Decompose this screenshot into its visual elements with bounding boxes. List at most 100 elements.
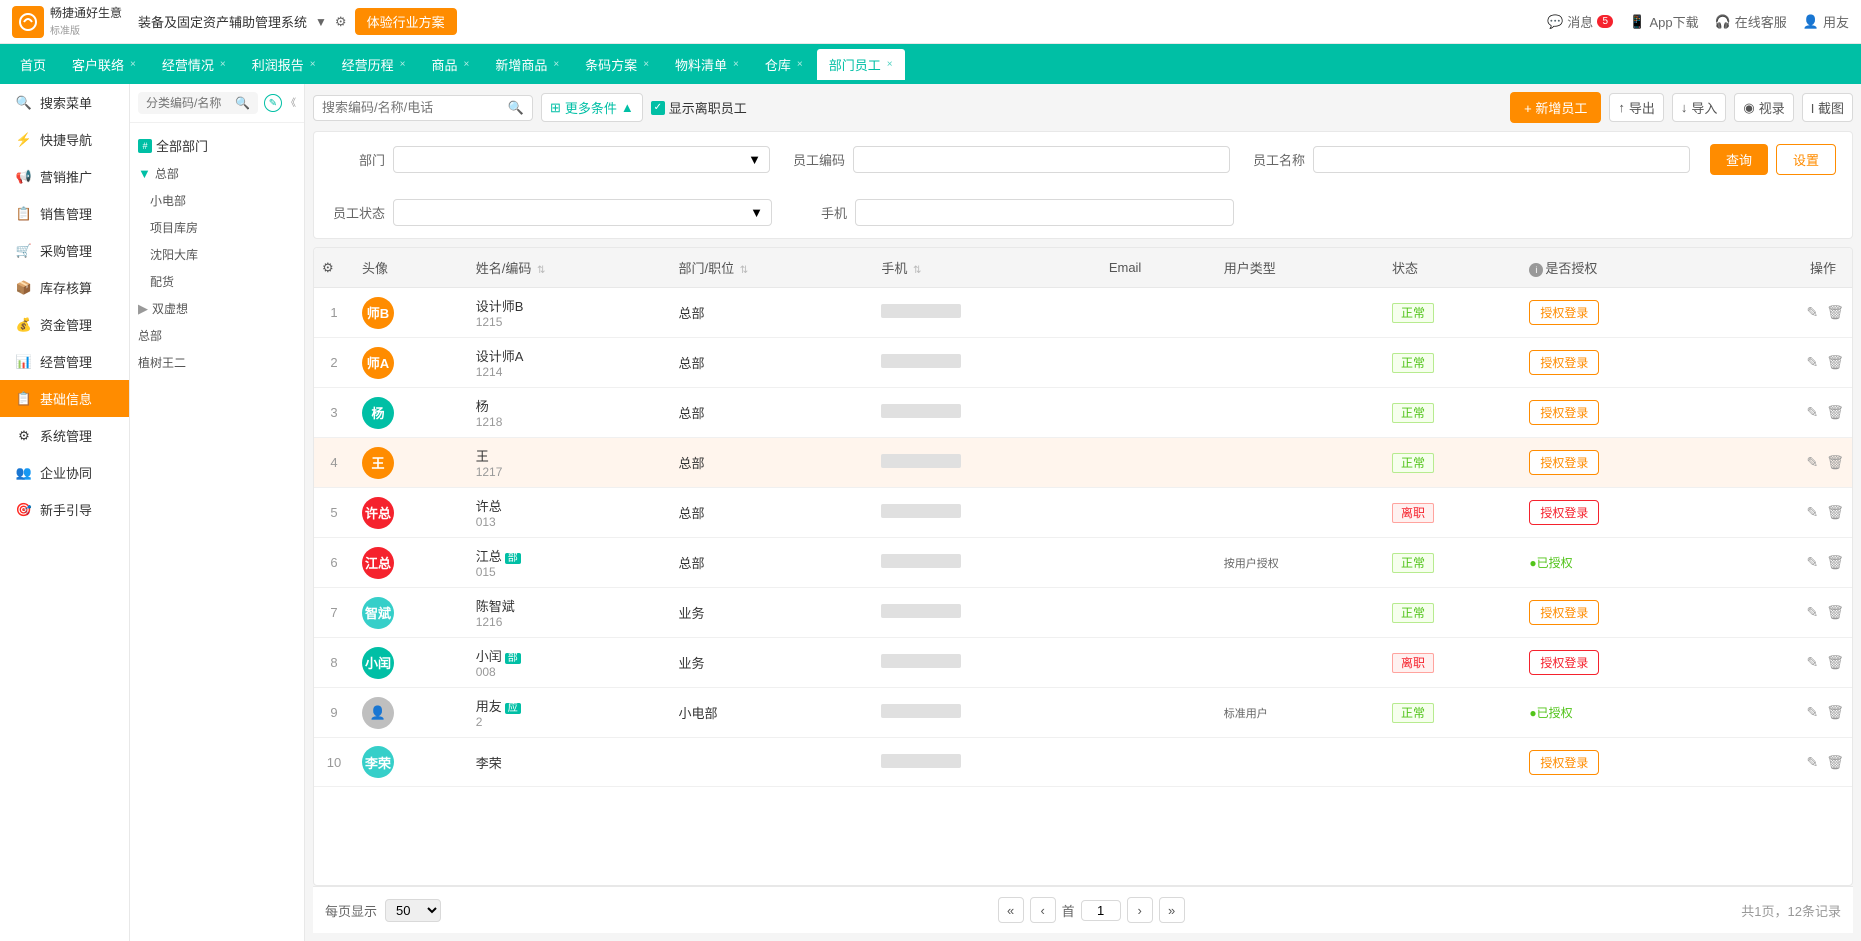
edit-icon[interactable]: ✎: [1806, 404, 1818, 421]
sidebar-item-quicknav[interactable]: ⚡ 快捷导航: [0, 121, 129, 158]
edit-icon[interactable]: ✎: [1806, 554, 1818, 571]
tab-close-icon[interactable]: ×: [463, 59, 469, 70]
edit-icon[interactable]: ✎: [1806, 454, 1818, 471]
edit-icon[interactable]: ✎: [1806, 704, 1818, 721]
tab-close-icon[interactable]: ×: [797, 59, 803, 70]
all-dept-item[interactable]: # 全部部门: [130, 131, 304, 160]
sidebar-item-inventory[interactable]: 📦 库存核算: [0, 269, 129, 306]
auth-btn[interactable]: 授权登录: [1529, 650, 1599, 675]
sort-phone-icon[interactable]: ⇅: [913, 265, 921, 276]
auth-btn[interactable]: 授权登录: [1529, 750, 1599, 775]
trial-btn[interactable]: 体验行业方案: [355, 8, 457, 35]
sidebar-item-system[interactable]: ⚙ 系统管理: [0, 417, 129, 454]
filter-phone-input[interactable]: [855, 199, 1234, 226]
message-btn[interactable]: 💬 消息 5: [1547, 12, 1613, 31]
delete-icon[interactable]: 🗑: [1826, 304, 1844, 321]
sidebar-item-sales[interactable]: 📋 销售管理: [0, 195, 129, 232]
edit-icon[interactable]: ✎: [1806, 754, 1818, 771]
sidebar-item-operation[interactable]: 📊 经营管理: [0, 343, 129, 380]
app-download-btn[interactable]: 📱 App下载: [1629, 12, 1698, 31]
dept-search-input[interactable]: [146, 96, 235, 110]
nav-tab-首页[interactable]: 首页: [8, 49, 58, 80]
filter-dept-select[interactable]: ▼: [393, 146, 770, 173]
edit-icon[interactable]: ✎: [1806, 604, 1818, 621]
page-input[interactable]: [1081, 900, 1121, 921]
delete-icon[interactable]: 🗑: [1826, 554, 1844, 571]
tab-close-icon[interactable]: ×: [887, 59, 893, 70]
sidebar-item-basic[interactable]: 📋 基础信息: [0, 380, 129, 417]
gear-btn[interactable]: ⚙: [335, 14, 347, 30]
delete-icon[interactable]: 🗑: [1826, 504, 1844, 521]
tab-close-icon[interactable]: ×: [553, 59, 559, 70]
show-resigned-toggle[interactable]: ✓ 显示离职员工: [651, 98, 747, 117]
sidebar-item-marketing[interactable]: 📢 营销推广: [0, 158, 129, 195]
sidebar-item-search[interactable]: 🔍 搜索菜单: [0, 84, 129, 121]
sidebar-item-purchase[interactable]: 🛒 采购管理: [0, 232, 129, 269]
tab-close-icon[interactable]: ×: [220, 59, 226, 70]
search-input[interactable]: [322, 100, 508, 115]
next-page-btn[interactable]: ›: [1127, 897, 1153, 923]
online-service-btn[interactable]: 🎧 在线客服: [1715, 12, 1787, 31]
settings-icon[interactable]: ⚙: [322, 260, 334, 275]
nav-tab-经营历程[interactable]: 经营历程 ×: [330, 49, 418, 80]
delete-icon[interactable]: 🗑: [1826, 604, 1844, 621]
dept-node-shuangxuxiang[interactable]: ▶ 双虚想: [130, 295, 304, 322]
tab-close-icon[interactable]: ×: [733, 59, 739, 70]
sidebar-item-guide[interactable]: 🎯 新手引导: [0, 491, 129, 528]
add-employee-btn[interactable]: + 新增员工: [1510, 92, 1601, 123]
setup-btn[interactable]: 设置: [1776, 144, 1836, 175]
auth-btn[interactable]: 授权登录: [1529, 500, 1599, 525]
dept-node-zhishuwanger[interactable]: 植树王二: [130, 349, 304, 376]
dept-node-peihuo[interactable]: 配货: [130, 268, 304, 295]
prev-page-btn[interactable]: ‹: [1030, 897, 1056, 923]
sort-name-icon[interactable]: ⇅: [537, 265, 545, 276]
edit-icon[interactable]: ✎: [1806, 504, 1818, 521]
filter-empname-input[interactable]: [1313, 146, 1690, 173]
last-page-btn[interactable]: »: [1159, 897, 1185, 923]
dept-node-zongbu2[interactable]: 总部: [130, 322, 304, 349]
sidebar-item-collab[interactable]: 👥 企业协同: [0, 454, 129, 491]
dept-node-shenyangdaku[interactable]: 沈阳大库: [130, 241, 304, 268]
import-btn[interactable]: ↓ 导入: [1672, 93, 1727, 122]
sidebar-item-finance[interactable]: 💰 资金管理: [0, 306, 129, 343]
nav-tab-物料清单[interactable]: 物料清单 ×: [663, 49, 751, 80]
view-btn[interactable]: ◉ 视录: [1734, 93, 1793, 122]
delete-icon[interactable]: 🗑: [1826, 404, 1844, 421]
dept-node-xiaodianzongbu[interactable]: 小电部: [130, 187, 304, 214]
dept-search-box[interactable]: 🔍: [138, 92, 258, 114]
tab-close-icon[interactable]: ×: [130, 59, 136, 70]
search-box[interactable]: 🔍: [313, 95, 533, 121]
tab-close-icon[interactable]: ×: [400, 59, 406, 70]
delete-icon[interactable]: 🗑: [1826, 654, 1844, 671]
edit-icon[interactable]: ✎: [1806, 304, 1818, 321]
delete-icon[interactable]: 🗑: [1826, 354, 1844, 371]
dept-collapse-btn[interactable]: 《: [286, 94, 296, 112]
delete-icon[interactable]: 🗑: [1826, 754, 1844, 771]
edit-icon[interactable]: ✎: [1806, 654, 1818, 671]
auth-btn[interactable]: 授权登录: [1529, 300, 1599, 325]
sort-dept-icon[interactable]: ⇅: [740, 265, 748, 276]
nav-tab-部门员工[interactable]: 部门员工 ×: [817, 49, 905, 80]
auth-btn[interactable]: 授权登录: [1529, 450, 1599, 475]
nav-tab-条码方案[interactable]: 条码方案 ×: [573, 49, 661, 80]
nav-tab-经营情况[interactable]: 经营情况 ×: [150, 49, 238, 80]
filter-empcode-input[interactable]: [853, 146, 1230, 173]
auth-btn[interactable]: 授权登录: [1529, 350, 1599, 375]
delete-icon[interactable]: 🗑: [1826, 454, 1844, 471]
first-page-btn[interactable]: «: [998, 897, 1024, 923]
screenshot-btn[interactable]: I 截图: [1802, 93, 1853, 122]
nav-tab-仓库[interactable]: 仓库 ×: [753, 49, 815, 80]
more-filter-btn[interactable]: ⊞ 更多条件 ▲: [541, 93, 643, 122]
query-btn[interactable]: 查询: [1710, 144, 1768, 175]
user-menu[interactable]: 👤 用友: [1803, 12, 1849, 31]
nav-tab-客户联络[interactable]: 客户联络 ×: [60, 49, 148, 80]
edit-icon[interactable]: ✎: [1806, 354, 1818, 371]
auth-btn[interactable]: 授权登录: [1529, 400, 1599, 425]
page-size-select[interactable]: 50 100: [385, 899, 441, 922]
tab-close-icon[interactable]: ×: [643, 59, 649, 70]
nav-tab-商品[interactable]: 商品 ×: [419, 49, 481, 80]
dept-edit-btn[interactable]: ✎: [264, 94, 282, 112]
filter-status-select[interactable]: ▼: [393, 199, 772, 226]
delete-icon[interactable]: 🗑: [1826, 704, 1844, 721]
tab-close-icon[interactable]: ×: [310, 59, 316, 70]
